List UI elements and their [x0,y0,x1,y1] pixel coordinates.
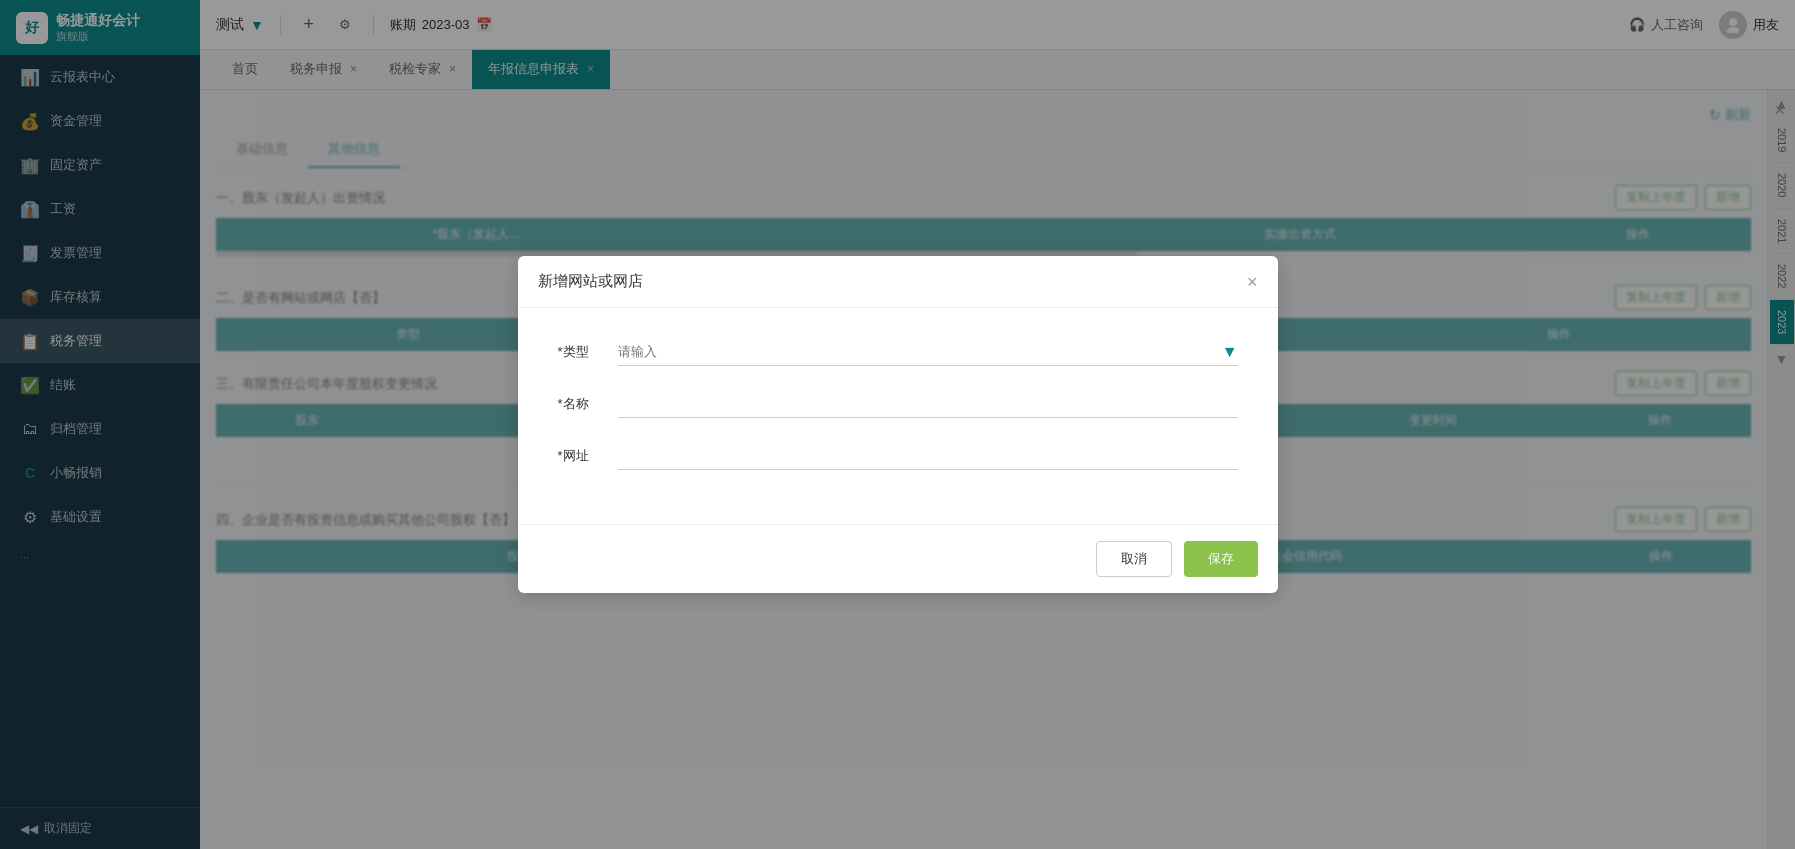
modal-footer: 取消 保存 [518,524,1278,593]
cancel-button[interactable]: 取消 [1096,541,1172,577]
modal-close-button[interactable]: × [1247,273,1258,291]
modal-body: *类型 ▼ *名称 *网址 [518,308,1278,524]
modal-overlay: 新增网站或网店 × *类型 ▼ *名称 *网址 [0,0,1795,849]
form-label-url: *网址 [558,447,618,465]
form-label-name: *名称 [558,395,618,413]
form-label-type: *类型 [558,343,618,361]
form-row-url: *网址 [558,442,1238,470]
url-input[interactable] [618,442,1238,470]
form-row-name: *名称 [558,390,1238,418]
type-select-input[interactable] [618,338,1238,365]
modal-title: 新增网站或网店 [538,272,643,291]
save-button[interactable]: 保存 [1184,541,1258,577]
type-select-wrapper[interactable]: ▼ [618,338,1238,366]
form-row-type: *类型 ▼ [558,338,1238,366]
name-input[interactable] [618,390,1238,418]
modal-header: 新增网站或网店 × [518,256,1278,308]
type-dropdown-icon: ▼ [1222,343,1238,361]
add-website-modal: 新增网站或网店 × *类型 ▼ *名称 *网址 [518,256,1278,593]
